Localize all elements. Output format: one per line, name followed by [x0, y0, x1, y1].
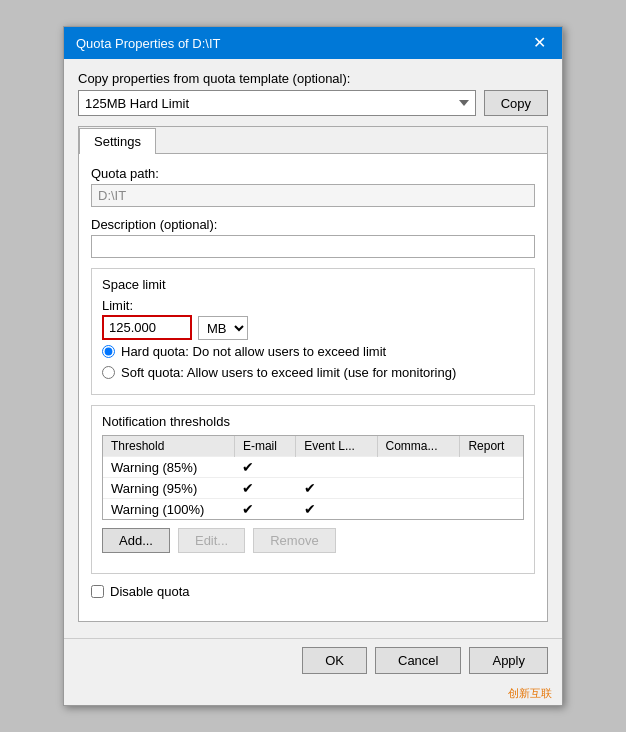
check-cell [460, 457, 523, 478]
table-row[interactable]: Warning (85%)✔ [103, 457, 523, 478]
apply-button[interactable]: Apply [469, 647, 548, 674]
watermark: 创新互联 [64, 684, 562, 705]
check-cell: ✔ [234, 478, 295, 499]
quota-path-row: Quota path: [91, 166, 535, 207]
dialog-content: Copy properties from quota template (opt… [64, 59, 562, 634]
col-command: Comma... [377, 436, 460, 457]
description-label: Description (optional): [91, 217, 535, 232]
soft-quota-radio[interactable] [102, 366, 115, 379]
check-cell [377, 478, 460, 499]
threshold-table: Threshold E-mail Event L... Comma... Rep… [103, 436, 523, 519]
remove-button[interactable]: Remove [253, 528, 335, 553]
table-row[interactable]: Warning (95%)✔✔ [103, 478, 523, 499]
check-cell [377, 499, 460, 520]
quota-path-input[interactable] [91, 184, 535, 207]
tab-bar: Settings [79, 127, 547, 154]
disable-quota-row: Disable quota [91, 584, 535, 599]
soft-quota-label: Soft quota: Allow users to exceed limit … [121, 365, 456, 380]
col-report: Report [460, 436, 523, 457]
template-select-wrapper: 125MB Hard Limit [78, 90, 476, 116]
tab-content: Quota path: Description (optional): Spac… [79, 154, 547, 621]
check-cell: ✔ [296, 478, 377, 499]
unit-select[interactable]: MB KB GB TB [198, 316, 248, 340]
limit-input[interactable] [102, 315, 192, 340]
col-event: Event L... [296, 436, 377, 457]
close-button[interactable]: ✕ [529, 35, 550, 51]
threshold-cell: Warning (100%) [103, 499, 234, 520]
threshold-table-wrapper: Threshold E-mail Event L... Comma... Rep… [102, 435, 524, 520]
disable-quota-checkbox[interactable] [91, 585, 104, 598]
template-select[interactable]: 125MB Hard Limit [78, 90, 476, 116]
threshold-cell: Warning (95%) [103, 478, 234, 499]
copy-button[interactable]: Copy [484, 90, 548, 116]
soft-quota-row: Soft quota: Allow users to exceed limit … [102, 365, 524, 380]
tab-container: Settings Quota path: Description (option… [78, 126, 548, 622]
ok-button[interactable]: OK [302, 647, 367, 674]
space-limit-section: Space limit Limit: MB KB GB TB Hard q [91, 268, 535, 395]
check-cell: ✔ [234, 499, 295, 520]
threshold-cell: Warning (85%) [103, 457, 234, 478]
title-bar: Quota Properties of D:\IT ✕ [64, 27, 562, 59]
description-input[interactable] [91, 235, 535, 258]
table-row[interactable]: Warning (100%)✔✔ [103, 499, 523, 520]
description-row: Description (optional): [91, 217, 535, 258]
table-header-row: Threshold E-mail Event L... Comma... Rep… [103, 436, 523, 457]
template-row: 125MB Hard Limit Copy [78, 90, 548, 116]
edit-button[interactable]: Edit... [178, 528, 245, 553]
notification-title: Notification thresholds [102, 414, 524, 429]
check-cell [460, 499, 523, 520]
check-cell [460, 478, 523, 499]
cancel-button[interactable]: Cancel [375, 647, 461, 674]
check-cell [296, 457, 377, 478]
check-cell: ✔ [296, 499, 377, 520]
notification-section: Notification thresholds Threshold E-mail… [91, 405, 535, 574]
hard-quota-label: Hard quota: Do not allow users to exceed… [121, 344, 386, 359]
add-button[interactable]: Add... [102, 528, 170, 553]
footer-row: OK Cancel Apply [64, 638, 562, 684]
check-cell: ✔ [234, 457, 295, 478]
col-email: E-mail [234, 436, 295, 457]
hard-quota-row: Hard quota: Do not allow users to exceed… [102, 344, 524, 359]
space-limit-title: Space limit [102, 277, 524, 292]
quota-path-label: Quota path: [91, 166, 535, 181]
tab-settings[interactable]: Settings [79, 128, 156, 154]
notification-btn-row: Add... Edit... Remove [102, 528, 524, 553]
disable-quota-label: Disable quota [110, 584, 190, 599]
template-label: Copy properties from quota template (opt… [78, 71, 548, 86]
dialog-title: Quota Properties of D:\IT [76, 36, 221, 51]
limit-label: Limit: [102, 298, 524, 313]
limit-row: MB KB GB TB [102, 315, 524, 340]
dialog-window: Quota Properties of D:\IT ✕ Copy propert… [63, 26, 563, 706]
col-threshold: Threshold [103, 436, 234, 457]
hard-quota-radio[interactable] [102, 345, 115, 358]
check-cell [377, 457, 460, 478]
